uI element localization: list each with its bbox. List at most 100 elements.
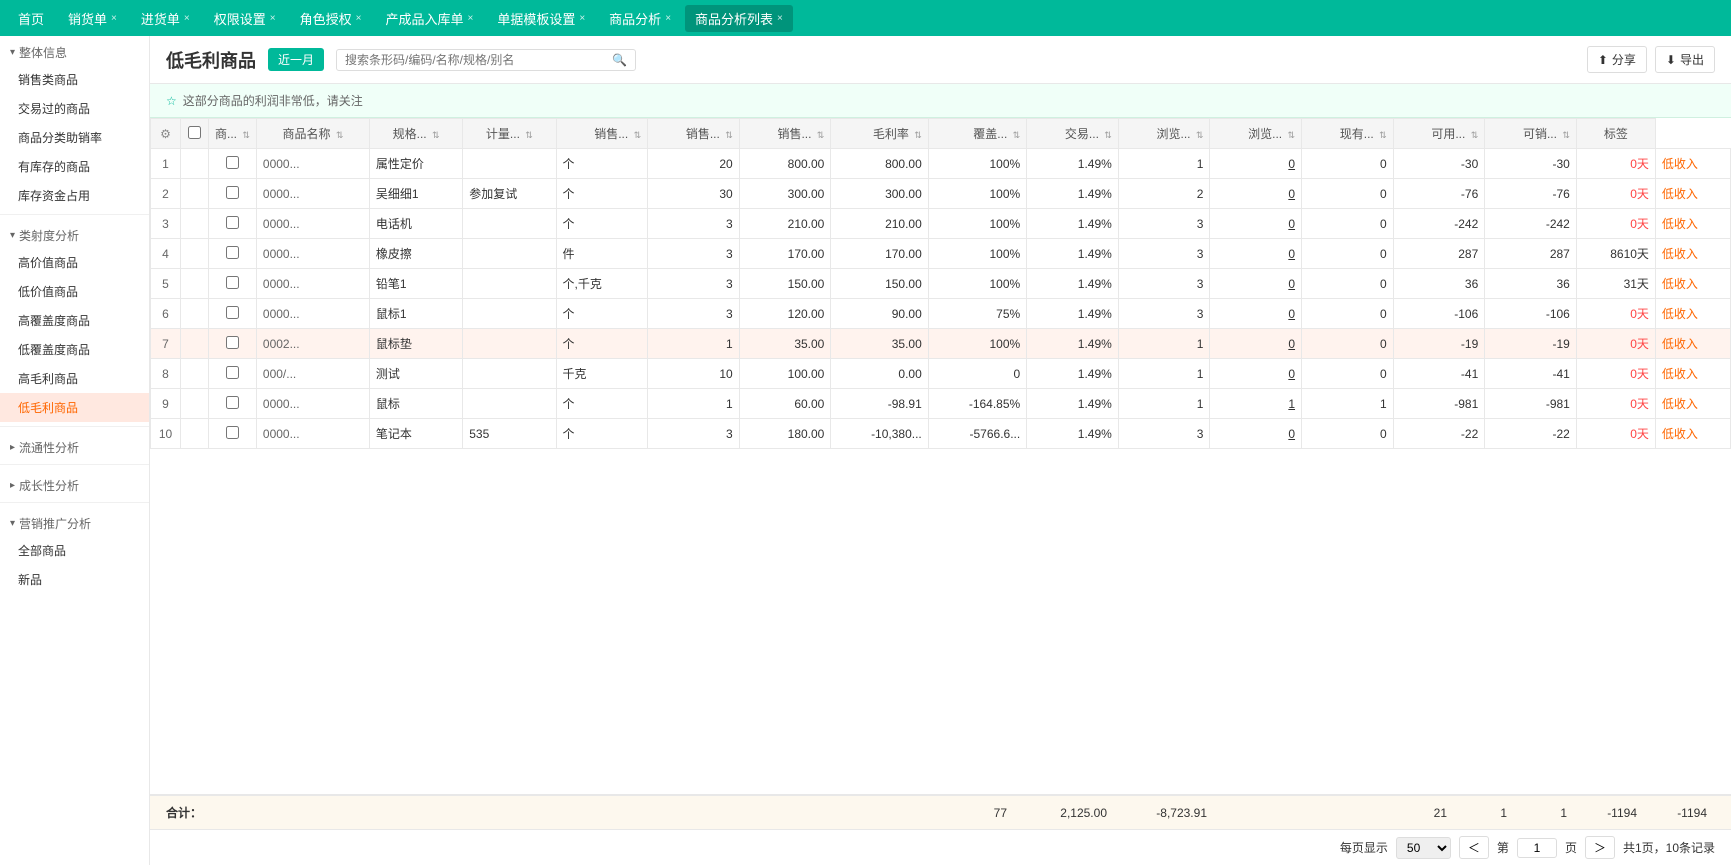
row-views1[interactable]: 0 (1210, 269, 1302, 299)
nav-product-analysis[interactable]: 商品分析 × (599, 5, 681, 32)
row-checkbox[interactable] (209, 299, 257, 329)
sidebar-item-high-margin[interactable]: 高毛利商品 (0, 364, 149, 393)
nav-permission[interactable]: 权限设置 × (204, 5, 286, 32)
col-name[interactable]: 商品名称 ⇅ (256, 119, 369, 149)
col-views2[interactable]: 浏览... ⇅ (1210, 119, 1302, 149)
select-all-checkbox[interactable] (188, 126, 201, 139)
page-input[interactable] (1517, 838, 1557, 858)
row-views1[interactable]: 0 (1210, 299, 1302, 329)
sidebar-section-growth[interactable]: ▸ 成长性分析 (0, 469, 149, 498)
row-checkbox[interactable] (209, 239, 257, 269)
row-select-checkbox[interactable] (226, 276, 239, 289)
nav-product-instock[interactable]: 产成品入库单 × (375, 5, 483, 32)
search-icon[interactable]: 🔍 (612, 53, 627, 67)
nav-role-auth[interactable]: 角色授权 × (290, 5, 372, 32)
row-views1[interactable]: 1 (1210, 389, 1302, 419)
sidebar-item-category-rate[interactable]: 商品分类助销率 (0, 123, 149, 152)
col-gross-margin[interactable]: 毛利率 ⇅ (831, 119, 928, 149)
row-views1[interactable]: 0 (1210, 209, 1302, 239)
views1-link[interactable]: 1 (1288, 397, 1295, 411)
col-coverage[interactable]: 覆盖... ⇅ (928, 119, 1026, 149)
row-views1[interactable]: 0 (1210, 179, 1302, 209)
close-icon[interactable]: × (111, 13, 117, 24)
row-checkbox[interactable] (209, 149, 257, 179)
close-icon[interactable]: × (356, 13, 362, 24)
close-icon[interactable]: × (184, 13, 190, 24)
views1-link[interactable]: 0 (1288, 307, 1295, 321)
row-views1[interactable]: 0 (1210, 149, 1302, 179)
sidebar-item-low-margin[interactable]: 低毛利商品 (0, 393, 149, 422)
views1-link[interactable]: 0 (1288, 427, 1295, 441)
views1-link[interactable]: 0 (1288, 217, 1295, 231)
search-input[interactable] (345, 53, 606, 67)
col-code[interactable]: 商... ⇅ (209, 119, 257, 149)
sidebar-item-low-coverage[interactable]: 低覆盖度商品 (0, 335, 149, 364)
row-select-checkbox[interactable] (226, 246, 239, 259)
close-icon[interactable]: × (665, 13, 671, 24)
sidebar-section-marketing[interactable]: ▾ 营销推广分析 (0, 507, 149, 536)
row-views1[interactable]: 0 (1210, 239, 1302, 269)
col-sales-amount[interactable]: 销售... ⇅ (739, 119, 831, 149)
export-button[interactable]: ⬇ 导出 (1655, 46, 1715, 73)
row-checkbox[interactable] (209, 209, 257, 239)
next-page-button[interactable]: ＞ (1585, 836, 1615, 859)
period-button[interactable]: 近一月 (268, 48, 324, 71)
col-sales-qty[interactable]: 销售... ⇅ (556, 119, 648, 149)
col-current[interactable]: 现有... ⇅ (1302, 119, 1394, 149)
row-checkbox[interactable] (209, 179, 257, 209)
col-spec[interactable]: 规格... ⇅ (369, 119, 462, 149)
sidebar-section-overall[interactable]: ▾ 整体信息 (0, 36, 149, 65)
row-select-checkbox[interactable] (226, 336, 239, 349)
col-saleable[interactable]: 可销... ⇅ (1485, 119, 1577, 149)
row-views1[interactable]: 0 (1210, 359, 1302, 389)
views1-link[interactable]: 0 (1288, 337, 1295, 351)
views1-link[interactable]: 0 (1288, 187, 1295, 201)
row-checkbox[interactable] (209, 269, 257, 299)
sidebar-item-new-products[interactable]: 新品 (0, 565, 149, 594)
col-tag[interactable]: 标签 (1576, 119, 1655, 149)
sidebar-item-all-products[interactable]: 全部商品 (0, 536, 149, 565)
col-available[interactable]: 可用... ⇅ (1393, 119, 1485, 149)
views1-link[interactable]: 0 (1288, 277, 1295, 291)
col-sales-price[interactable]: 销售... ⇅ (648, 119, 740, 149)
row-select-checkbox[interactable] (226, 396, 239, 409)
nav-sales-order[interactable]: 销货单 × (58, 5, 127, 32)
prev-page-button[interactable]: ＜ (1459, 836, 1489, 859)
close-icon[interactable]: × (467, 13, 473, 24)
data-table-container[interactable]: ⚙ 商... ⇅ 商品名称 ⇅ 规格... (150, 118, 1731, 794)
per-page-select[interactable]: 50 100 200 (1396, 837, 1451, 859)
nav-purchase-order[interactable]: 进货单 × (131, 5, 200, 32)
sidebar-item-low-value[interactable]: 低价值商品 (0, 277, 149, 306)
close-icon[interactable]: × (579, 13, 585, 24)
col-transaction[interactable]: 交易... ⇅ (1027, 119, 1119, 149)
nav-home[interactable]: 首页 (8, 5, 54, 32)
sidebar-item-high-value[interactable]: 高价值商品 (0, 248, 149, 277)
row-views1[interactable]: 0 (1210, 329, 1302, 359)
views1-link[interactable]: 0 (1288, 247, 1295, 261)
col-views1[interactable]: 浏览... ⇅ (1118, 119, 1210, 149)
row-checkbox[interactable] (209, 419, 257, 449)
row-checkbox[interactable] (209, 359, 257, 389)
nav-template-settings[interactable]: 单据模板设置 × (487, 5, 595, 32)
col-unit[interactable]: 计量... ⇅ (463, 119, 556, 149)
sidebar-item-in-stock[interactable]: 有库存的商品 (0, 152, 149, 181)
sidebar-item-traded-products[interactable]: 交易过的商品 (0, 94, 149, 123)
sidebar-item-sales-products[interactable]: 销售类商品 (0, 65, 149, 94)
sidebar-item-stock-capital[interactable]: 库存资金占用 (0, 181, 149, 210)
row-checkbox[interactable] (209, 389, 257, 419)
sidebar-section-class[interactable]: ▾ 类射度分析 (0, 219, 149, 248)
views1-link[interactable]: 0 (1288, 157, 1295, 171)
col-checkbox[interactable] (181, 119, 209, 149)
col-settings[interactable]: ⚙ (151, 119, 181, 149)
sidebar-item-high-coverage[interactable]: 高覆盖度商品 (0, 306, 149, 335)
row-select-checkbox[interactable] (226, 366, 239, 379)
row-select-checkbox[interactable] (226, 306, 239, 319)
nav-product-analysis-list[interactable]: 商品分析列表 × (685, 5, 793, 32)
close-icon[interactable]: × (777, 13, 783, 24)
row-select-checkbox[interactable] (226, 186, 239, 199)
row-select-checkbox[interactable] (226, 426, 239, 439)
share-button[interactable]: ⬆ 分享 (1587, 46, 1647, 73)
row-select-checkbox[interactable] (226, 216, 239, 229)
row-views1[interactable]: 0 (1210, 419, 1302, 449)
close-icon[interactable]: × (270, 13, 276, 24)
